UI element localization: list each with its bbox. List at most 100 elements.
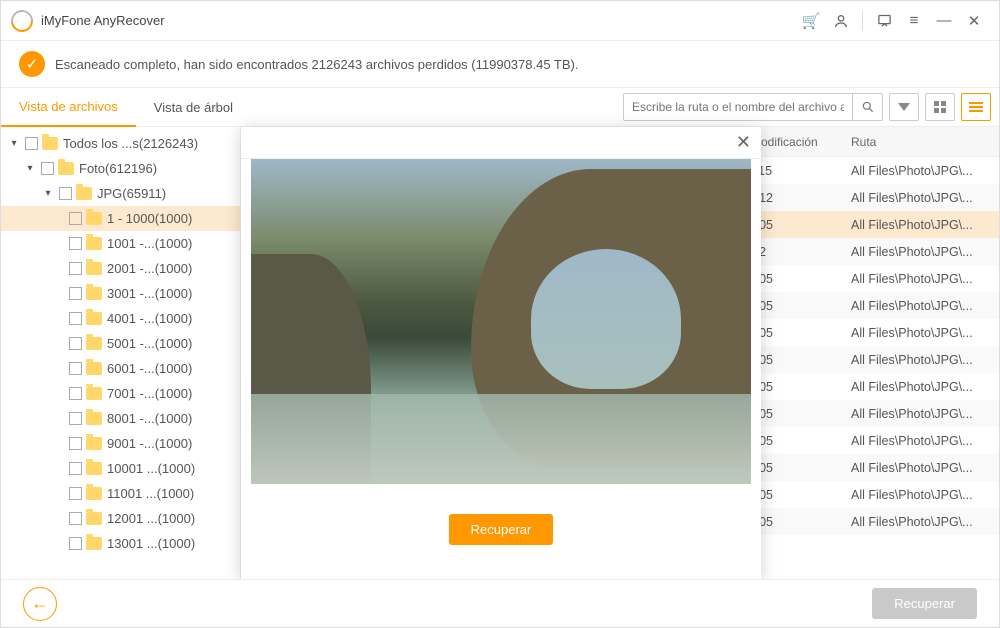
col-path[interactable]: Ruta xyxy=(841,135,999,149)
tree-label: 5001 -...(1000) xyxy=(107,336,192,351)
checkbox[interactable] xyxy=(25,137,38,150)
tree-node-range[interactable]: 4001 -...(1000) xyxy=(1,306,240,331)
titlebar: iMyFone AnyRecover 🛒 ≡ — ✕ xyxy=(1,1,999,41)
cell-path: All Files\Photo\JPG\... xyxy=(841,191,999,205)
folder-icon xyxy=(86,262,102,275)
grid-view-button[interactable] xyxy=(925,93,955,121)
close-icon[interactable]: ✕ xyxy=(959,6,989,36)
checkbox[interactable] xyxy=(69,212,82,225)
checkbox[interactable] xyxy=(69,412,82,425)
cell-path: All Files\Photo\JPG\... xyxy=(841,434,999,448)
cell-path: All Files\Photo\JPG\... xyxy=(841,272,999,286)
preview-image xyxy=(251,159,751,484)
tree-node-range[interactable]: 9001 -...(1000) xyxy=(1,431,240,456)
checkbox[interactable] xyxy=(69,387,82,400)
app-title: iMyFone AnyRecover xyxy=(41,13,165,28)
tree-node-range[interactable]: 1001 -...(1000) xyxy=(1,231,240,256)
tab-tree[interactable]: Vista de árbol xyxy=(136,87,251,127)
folder-icon xyxy=(86,212,102,225)
checkbox[interactable] xyxy=(69,537,82,550)
user-icon[interactable] xyxy=(826,6,856,36)
checkbox[interactable] xyxy=(69,262,82,275)
file-area: e modificación Ruta 11-15All Files\Photo… xyxy=(241,127,999,583)
main-area: ▾ Todos los ...s(2126243) ▾ Foto(612196)… xyxy=(1,127,999,583)
feedback-icon[interactable] xyxy=(869,6,899,36)
check-icon: ✓ xyxy=(19,51,45,77)
tree-label: 6001 -...(1000) xyxy=(107,361,192,376)
status-bar: ✓ Escaneado completo, han sido encontrad… xyxy=(1,41,999,87)
tree-node-range[interactable]: 7001 -...(1000) xyxy=(1,381,240,406)
folder-icon xyxy=(76,187,92,200)
recover-button[interactable]: Recuperar xyxy=(872,588,977,619)
checkbox[interactable] xyxy=(69,237,82,250)
tree-label: 8001 -...(1000) xyxy=(107,411,192,426)
tab-files[interactable]: Vista de archivos xyxy=(1,87,136,127)
tree-node-range[interactable]: 8001 -...(1000) xyxy=(1,406,240,431)
tree-label: Todos los ...s(2126243) xyxy=(63,136,198,151)
checkbox[interactable] xyxy=(69,312,82,325)
cell-path: All Files\Photo\JPG\... xyxy=(841,353,999,367)
checkbox[interactable] xyxy=(69,362,82,375)
list-view-button[interactable] xyxy=(961,93,991,121)
tree-node-range[interactable]: 6001 -...(1000) xyxy=(1,356,240,381)
tree-node-range[interactable]: 10001 ...(1000) xyxy=(1,456,240,481)
minimize-icon[interactable]: — xyxy=(929,6,959,36)
tree-label: 4001 -...(1000) xyxy=(107,311,192,326)
chevron-down-icon[interactable]: ▾ xyxy=(7,138,21,149)
checkbox[interactable] xyxy=(69,437,82,450)
chevron-down-icon[interactable]: ▾ xyxy=(23,163,37,174)
preview-recover-button[interactable]: Recuperar xyxy=(449,514,554,545)
menu-icon[interactable]: ≡ xyxy=(899,6,929,36)
tree-label: 1 - 1000(1000) xyxy=(107,211,192,226)
tree-label: JPG(65911) xyxy=(97,186,166,201)
tree-node-jpg[interactable]: ▾ JPG(65911) xyxy=(1,181,240,206)
tree-node-range[interactable]: 11001 ...(1000) xyxy=(1,481,240,506)
checkbox[interactable] xyxy=(41,162,54,175)
folder-icon xyxy=(86,387,102,400)
folder-icon xyxy=(86,337,102,350)
folder-icon xyxy=(42,137,58,150)
cell-path: All Files\Photo\JPG\... xyxy=(841,218,999,232)
search-input[interactable] xyxy=(624,94,852,120)
tree-node-root[interactable]: ▾ Todos los ...s(2126243) xyxy=(1,131,240,156)
tree-node-range[interactable]: 13001 ...(1000) xyxy=(1,531,240,556)
folder-icon xyxy=(86,512,102,525)
checkbox[interactable] xyxy=(59,187,72,200)
tree-sidebar[interactable]: ▾ Todos los ...s(2126243) ▾ Foto(612196)… xyxy=(1,127,241,583)
app-logo-icon xyxy=(7,5,38,36)
folder-icon xyxy=(86,462,102,475)
separator xyxy=(862,11,863,31)
checkbox[interactable] xyxy=(69,512,82,525)
search-button[interactable] xyxy=(852,94,882,120)
checkbox[interactable] xyxy=(69,487,82,500)
chevron-down-icon[interactable]: ▾ xyxy=(41,188,55,199)
tree-node-range[interactable]: 1 - 1000(1000) xyxy=(1,206,240,231)
tree-label: 3001 -...(1000) xyxy=(107,286,192,301)
tree-label: 11001 ...(1000) xyxy=(107,486,194,501)
filter-button[interactable] xyxy=(889,93,919,121)
tree-node-foto[interactable]: ▾ Foto(612196) xyxy=(1,156,240,181)
tree-node-range[interactable]: 3001 -...(1000) xyxy=(1,281,240,306)
tree-node-range[interactable]: 5001 -...(1000) xyxy=(1,331,240,356)
tree-label: 9001 -...(1000) xyxy=(107,436,192,451)
tree-node-range[interactable]: 12001 ...(1000) xyxy=(1,506,240,531)
back-button[interactable]: ← xyxy=(23,587,57,621)
tree-label: Foto(612196) xyxy=(79,161,157,176)
folder-icon xyxy=(86,362,102,375)
cell-path: All Files\Photo\JPG\... xyxy=(841,326,999,340)
cell-path: All Files\Photo\JPG\... xyxy=(841,461,999,475)
folder-icon xyxy=(86,537,102,550)
list-icon xyxy=(969,102,983,112)
tree-label: 10001 ...(1000) xyxy=(107,461,195,476)
cell-path: All Files\Photo\JPG\... xyxy=(841,245,999,259)
checkbox[interactable] xyxy=(69,462,82,475)
search-box xyxy=(623,93,883,121)
tree-node-range[interactable]: 2001 -...(1000) xyxy=(1,256,240,281)
cell-path: All Files\Photo\JPG\... xyxy=(841,515,999,529)
preview-close-icon[interactable]: ✕ xyxy=(736,132,751,153)
tree-label: 2001 -...(1000) xyxy=(107,261,192,276)
cart-icon[interactable]: 🛒 xyxy=(796,6,826,36)
checkbox[interactable] xyxy=(69,337,82,350)
folder-icon xyxy=(86,437,102,450)
checkbox[interactable] xyxy=(69,287,82,300)
